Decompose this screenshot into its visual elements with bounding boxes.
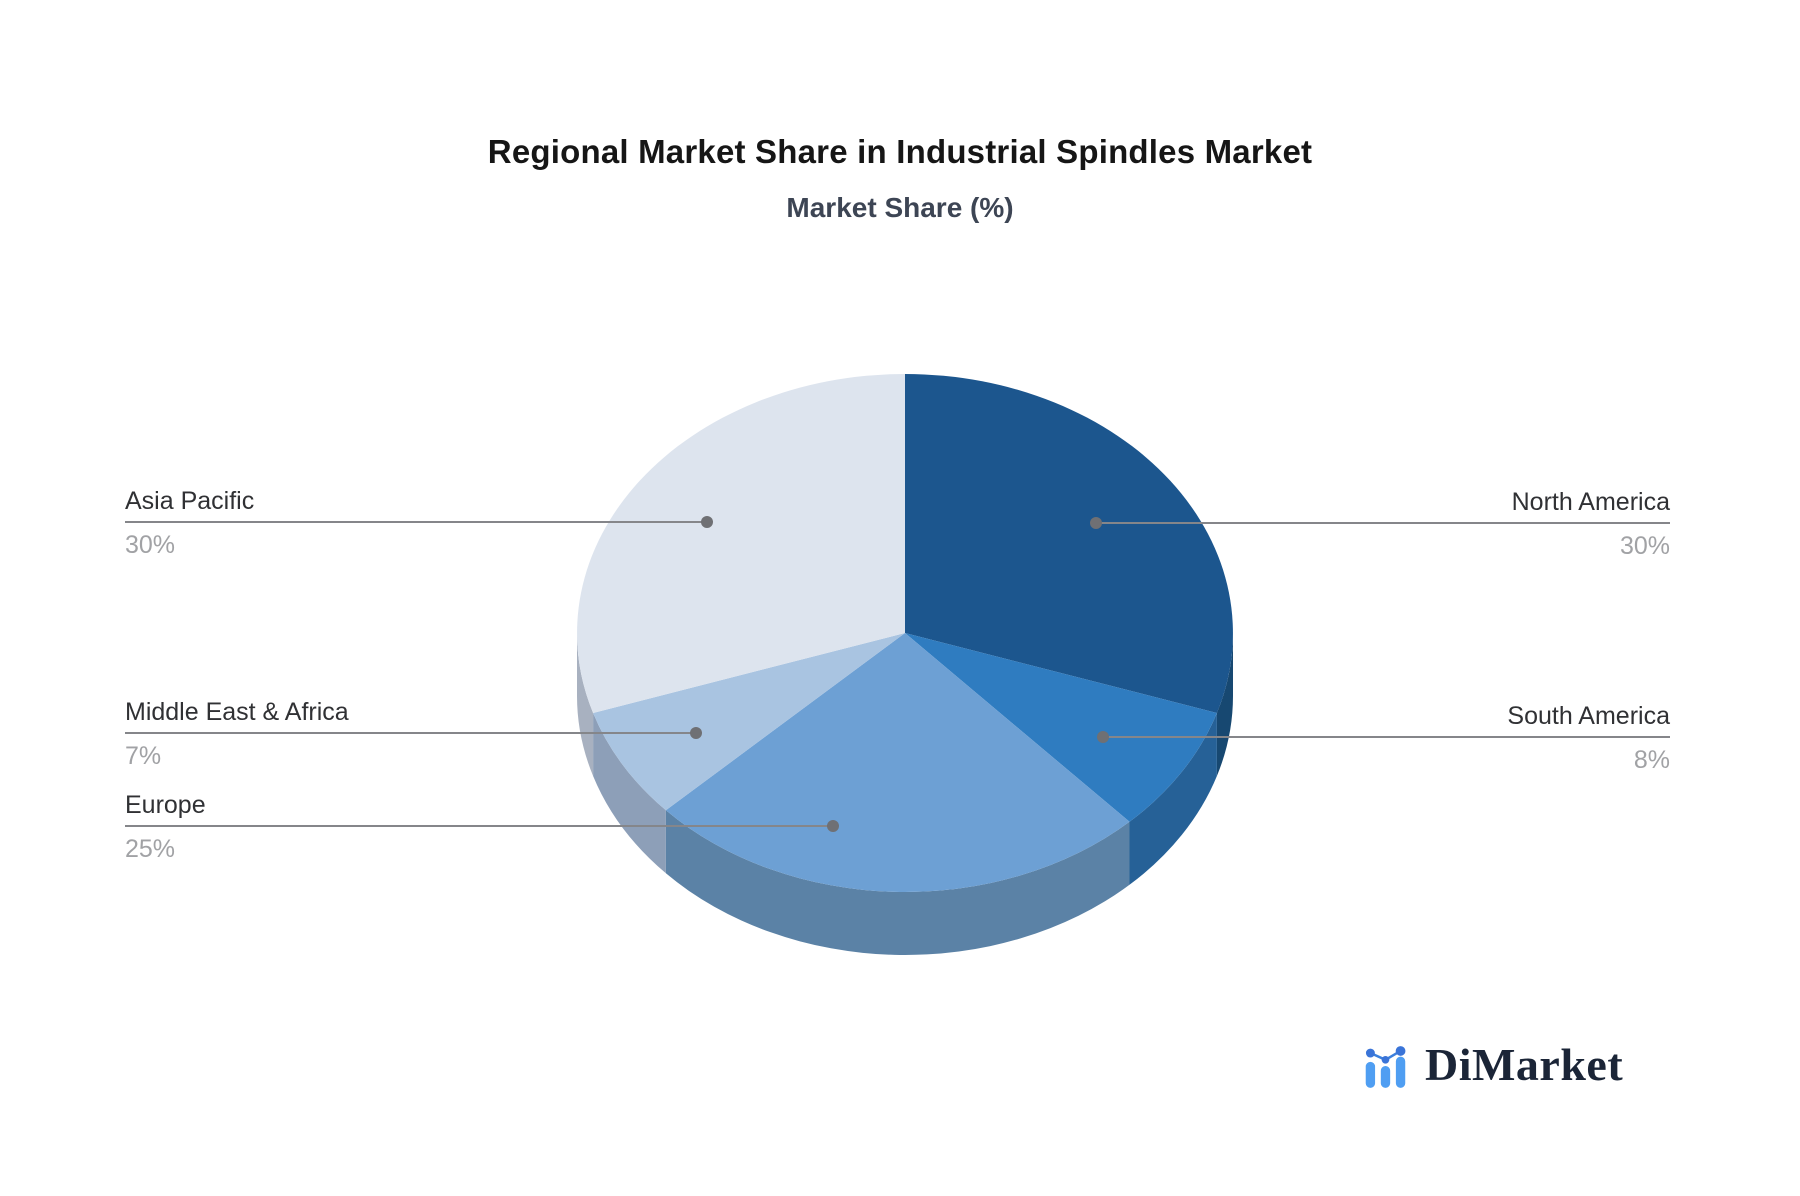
- logo-bar-right: [1395, 1056, 1406, 1088]
- logo-dot-left: [1365, 1048, 1375, 1058]
- slice-label-text: South America: [1507, 702, 1670, 730]
- slice-label-text: North America: [1511, 488, 1670, 516]
- slice-percent-south-america: 8%: [1634, 745, 1670, 779]
- chart-page: Regional Market Share in Industrial Spin…: [0, 0, 1800, 1196]
- logo-dot-right: [1395, 1045, 1406, 1056]
- slice-percent-text: 8%: [1633, 746, 1670, 774]
- leader-dot-middle-east-africa: [690, 727, 702, 739]
- slice-percent-text: 25%: [125, 835, 176, 863]
- slice-label-text: Europe: [125, 791, 206, 819]
- slice-label-south-america: South America: [1507, 701, 1670, 735]
- slice-percent-text: 7%: [125, 742, 162, 770]
- slice-label-text: Asia Pacific: [125, 487, 255, 515]
- pie-slices: [577, 374, 1233, 892]
- leader-dot-europe: [827, 820, 839, 832]
- logo-bar-left: [1365, 1061, 1376, 1088]
- slice-percent-europe: 25%: [125, 834, 175, 868]
- slice-percent-north-america: 30%: [1620, 531, 1670, 565]
- slice-percent-asia-pacific: 30%: [125, 530, 175, 564]
- pie-chart-canvas: [125, 374, 1670, 955]
- slice-percent-text: 30%: [1619, 532, 1670, 560]
- leader-dot-asia-pacific: [701, 516, 713, 528]
- brand-name: DiMarket: [1425, 1039, 1624, 1090]
- leader-dot-north-america: [1090, 517, 1102, 529]
- slice-label-middle-east-africa: Middle East & Africa: [125, 697, 349, 731]
- slice-label-asia-pacific: Asia Pacific: [125, 486, 254, 520]
- slice-label-north-america: North America: [1512, 487, 1670, 521]
- brand-logo: DiMarket: [1360, 1038, 1623, 1091]
- slice-label-text: Middle East & Africa: [125, 698, 349, 726]
- slice-percent-middle-east-africa: 7%: [125, 741, 161, 775]
- logo-bar-middle: [1380, 1065, 1391, 1088]
- logo-dot-middle: [1381, 1055, 1390, 1064]
- slice-percent-text: 30%: [125, 531, 176, 559]
- bar-line-chart-icon: [1365, 1045, 1406, 1088]
- slice-label-europe: Europe: [125, 790, 206, 824]
- leader-dot-south-america: [1097, 731, 1109, 743]
